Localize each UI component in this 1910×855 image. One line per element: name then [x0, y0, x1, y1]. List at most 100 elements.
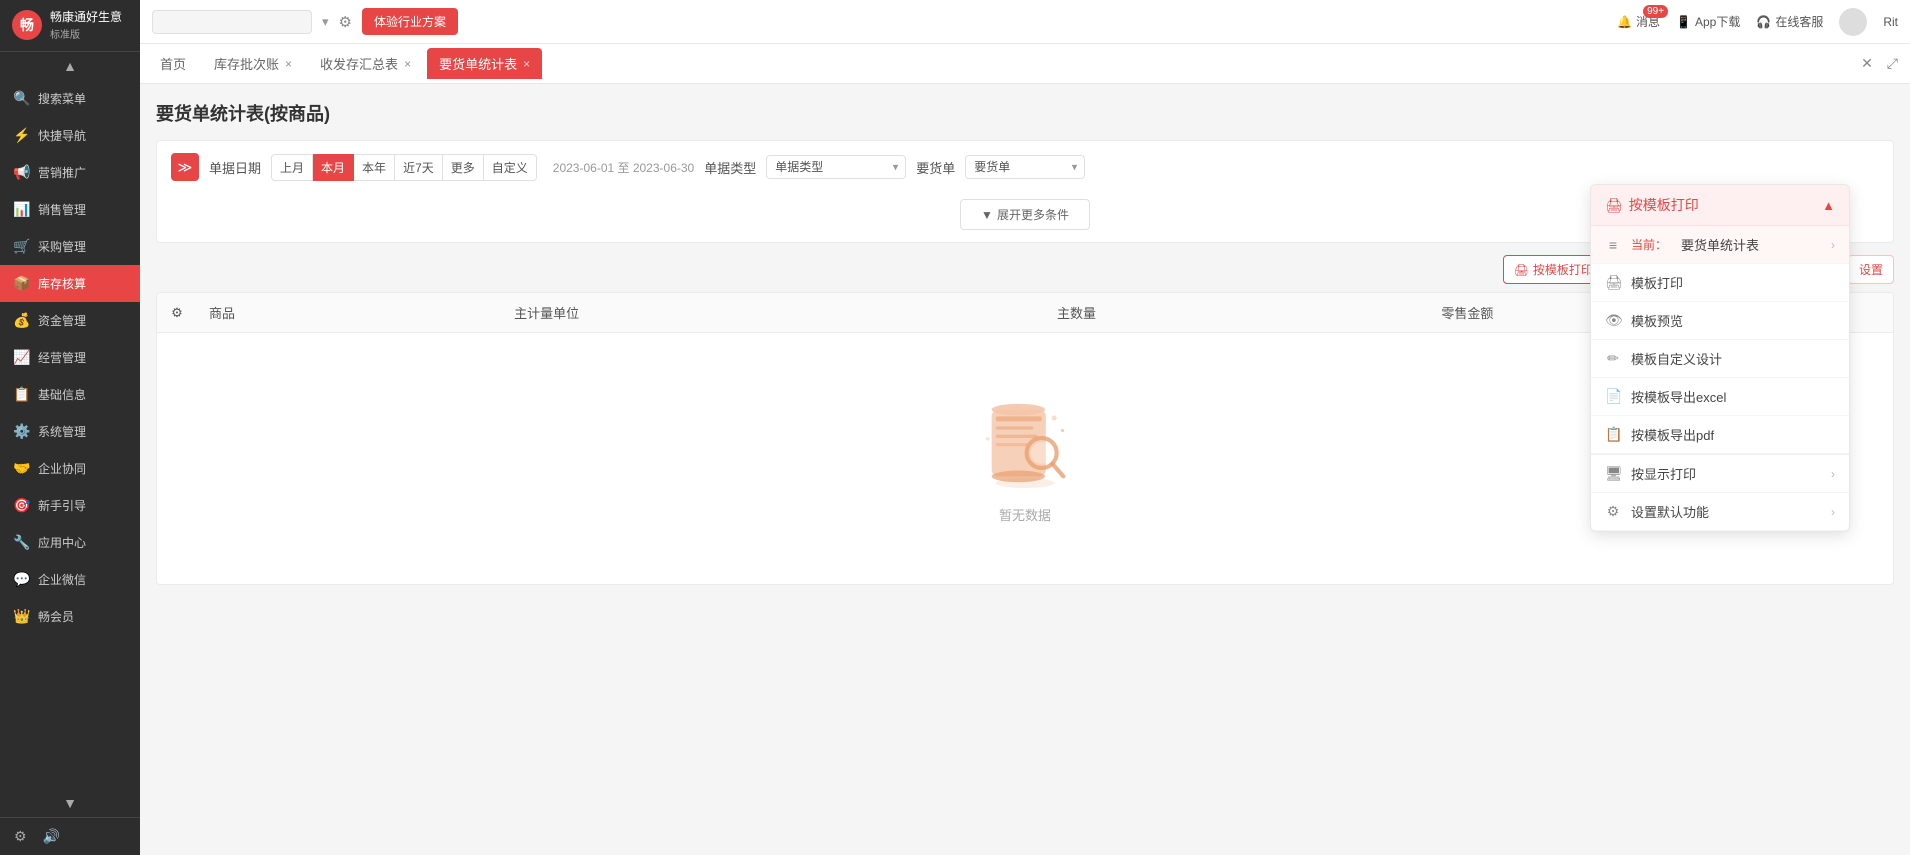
close-all-tabs-btn[interactable]: ✕	[1857, 51, 1877, 76]
dropdown-header: 🖨 按模板打印 ▲	[1591, 185, 1849, 226]
date-btn-this-year[interactable]: 本年	[354, 154, 395, 181]
industry-btn[interactable]: 体验行业方案	[362, 8, 458, 35]
settings-col-icon[interactable]: ⚙	[171, 305, 183, 320]
doc-type-select[interactable]: 单据类型	[766, 155, 906, 179]
dropdown-template-design[interactable]: ✏ 模板自定义设计	[1591, 340, 1849, 378]
sidebar-item-operations[interactable]: 📈 经营管理	[0, 339, 140, 376]
messages-btn[interactable]: 🔔 消息 99+	[1617, 13, 1660, 30]
dropdown-set-default[interactable]: ⚙ 设置默认功能 ›	[1591, 493, 1849, 531]
topbar-gear-icon[interactable]: ⚙	[339, 13, 352, 31]
doc-type-select-wrap: 单据类型	[766, 155, 906, 179]
date-btn-last-7days[interactable]: 近7天	[395, 154, 443, 181]
dropdown-title: 按模板打印	[1629, 195, 1699, 215]
date-btn-last-month[interactable]: 上月	[271, 154, 313, 181]
dropdown-display-print[interactable]: 🖥 按显示打印 ›	[1591, 455, 1849, 493]
tab-order-stats-close[interactable]: ×	[523, 57, 530, 71]
scroll-up-btn[interactable]: ▲	[0, 52, 140, 80]
template-pdf-icon: 📋	[1605, 426, 1621, 443]
sidebar-item-system[interactable]: ⚙️ 系统管理	[0, 413, 140, 450]
app-download-label: App下载	[1695, 13, 1740, 30]
lightning-icon: ⚡	[14, 127, 30, 143]
filter-row: ≫ 单据日期 上月 本月 本年 近7天 更多 自定义 2023-06-01 至 …	[171, 153, 1879, 181]
username-label[interactable]: Rit	[1883, 15, 1898, 29]
app-edition: 标准版	[50, 26, 122, 41]
sidebar-item-guide[interactable]: 🎯 新手引导	[0, 487, 140, 524]
set-default-icon: ⚙	[1605, 503, 1621, 520]
date-btn-this-month[interactable]: 本月	[313, 154, 354, 181]
sidebar-item-inventory[interactable]: 📦 库存核算	[0, 265, 140, 302]
dropdown-template-excel[interactable]: 📄 按模板导出excel	[1591, 378, 1849, 416]
dropdown-current-template[interactable]: ≡ 当前： 要货单统计表 ›	[1591, 226, 1849, 264]
app-name: 畅康通好生意	[50, 10, 122, 26]
sidebar-item-basic[interactable]: 📋 基础信息	[0, 376, 140, 413]
tab-inventory-batch-close[interactable]: ×	[285, 57, 292, 71]
dropdown-close-chevron[interactable]: ▲	[1822, 198, 1835, 213]
avatar[interactable]	[1839, 8, 1867, 36]
tab-order-stats-label: 要货单统计表	[439, 54, 517, 73]
clipboard-icon: 📋	[14, 386, 30, 402]
sidebar-item-marketing[interactable]: 📢 营销推广	[0, 154, 140, 191]
sidebar-item-quick-nav[interactable]: ⚡ 快捷导航	[0, 117, 140, 154]
sidebar-item-finance[interactable]: 💰 资金管理	[0, 302, 140, 339]
display-print-arrow: ›	[1831, 467, 1835, 481]
dropdown-print-icon: 🖨	[1605, 197, 1623, 214]
empty-illustration	[975, 393, 1075, 493]
display-print-icon: 🖥	[1605, 465, 1621, 482]
tab-receipt-summary-label: 收发存汇总表	[320, 54, 398, 73]
tab-order-stats[interactable]: 要货单统计表 ×	[427, 48, 542, 79]
dropdown-template-print[interactable]: 🖨 模板打印	[1591, 264, 1849, 302]
sidebar-item-search[interactable]: 🔍 搜索菜单	[0, 80, 140, 117]
megaphone-icon: 📢	[14, 164, 30, 180]
expand-more-label: 展开更多条件	[997, 206, 1069, 223]
tab-receipt-summary-close[interactable]: ×	[404, 57, 411, 71]
settings-btn[interactable]: 设置	[1848, 255, 1894, 284]
app-download-btn[interactable]: 📱 App下载	[1676, 13, 1740, 30]
money-icon: 💰	[14, 312, 30, 328]
order-status-select[interactable]: 要货单	[965, 155, 1085, 179]
date-btn-more[interactable]: 更多	[443, 154, 484, 181]
bell-icon: 🔔	[1617, 15, 1632, 29]
sidebar-item-marketing-label: 营销推广	[38, 164, 86, 181]
chat-icon: 💬	[14, 571, 30, 587]
content-area: 要货单统计表(按商品) ≫ 单据日期 上月 本月 本年 近7天 更多 自定义 2…	[140, 84, 1910, 855]
tab-inventory-batch[interactable]: 库存批次账 ×	[202, 48, 304, 79]
maximize-btn[interactable]: ⤢	[1883, 51, 1902, 76]
sidebar-item-apps[interactable]: 🔧 应用中心	[0, 524, 140, 561]
sidebar-item-wechat[interactable]: 💬 企业微信	[0, 561, 140, 598]
topbar-dropdown-btn[interactable]: ▾	[322, 14, 329, 30]
template-preview-icon: 👁	[1605, 312, 1621, 329]
sidebar-item-purchase[interactable]: 🛒 采购管理	[0, 228, 140, 265]
scroll-down-btn[interactable]: ▼	[0, 789, 140, 817]
sidebar-item-enterprise[interactable]: 🤝 企业协同	[0, 450, 140, 487]
current-template-icon: ≡	[1605, 237, 1621, 253]
logo-icon: 畅	[12, 10, 42, 40]
th-unit: 主计量单位	[502, 293, 1045, 333]
dropdown-template-preview[interactable]: 👁 模板预览	[1591, 302, 1849, 340]
sidebar-item-sales[interactable]: 📊 销售管理	[0, 191, 140, 228]
filter-expand-btn[interactable]: ≫	[171, 153, 199, 181]
template-preview-label: 模板预览	[1631, 311, 1683, 330]
sidebar: 畅 畅康通好生意 标准版 ▲ 🔍 搜索菜单 ⚡ 快捷导航 📢 营销推广 📊 销售…	[0, 0, 140, 855]
sidebar-item-purchase-label: 采购管理	[38, 238, 86, 255]
topbar: ▾ ⚙ 体验行业方案 🔔 消息 99+ 📱 App下载 🎧 在线客服 Rit	[140, 0, 1910, 44]
template-pdf-label: 按模板导出pdf	[1631, 425, 1714, 444]
date-btn-custom[interactable]: 自定义	[484, 154, 537, 181]
sidebar-item-vip-label: 畅会员	[38, 608, 74, 625]
sidebar-item-vip[interactable]: 👑 畅会员	[0, 598, 140, 635]
tab-home-label: 首页	[160, 54, 186, 73]
volume-icon[interactable]: 🔊	[43, 828, 60, 845]
dropdown-template-pdf[interactable]: 📋 按模板导出pdf	[1591, 416, 1849, 454]
online-service-btn[interactable]: 🎧 在线客服	[1756, 13, 1823, 30]
tab-receipt-summary[interactable]: 收发存汇总表 ×	[308, 48, 423, 79]
settings-icon[interactable]: ⚙	[14, 828, 27, 845]
expand-more-btn[interactable]: ▼ 展开更多条件	[960, 199, 1090, 230]
topbar-search-input[interactable]	[152, 10, 312, 34]
cart-icon: 🛒	[14, 238, 30, 254]
template-design-label: 模板自定义设计	[1631, 349, 1722, 368]
tabs-bar: 首页 库存批次账 × 收发存汇总表 × 要货单统计表 × ✕ ⤢	[140, 44, 1910, 84]
sidebar-item-finance-label: 资金管理	[38, 312, 86, 329]
template-design-icon: ✏	[1605, 350, 1621, 367]
sidebar-item-operations-label: 经营管理	[38, 349, 86, 366]
tab-home[interactable]: 首页	[148, 48, 198, 79]
empty-text: 暂无数据	[999, 505, 1051, 524]
